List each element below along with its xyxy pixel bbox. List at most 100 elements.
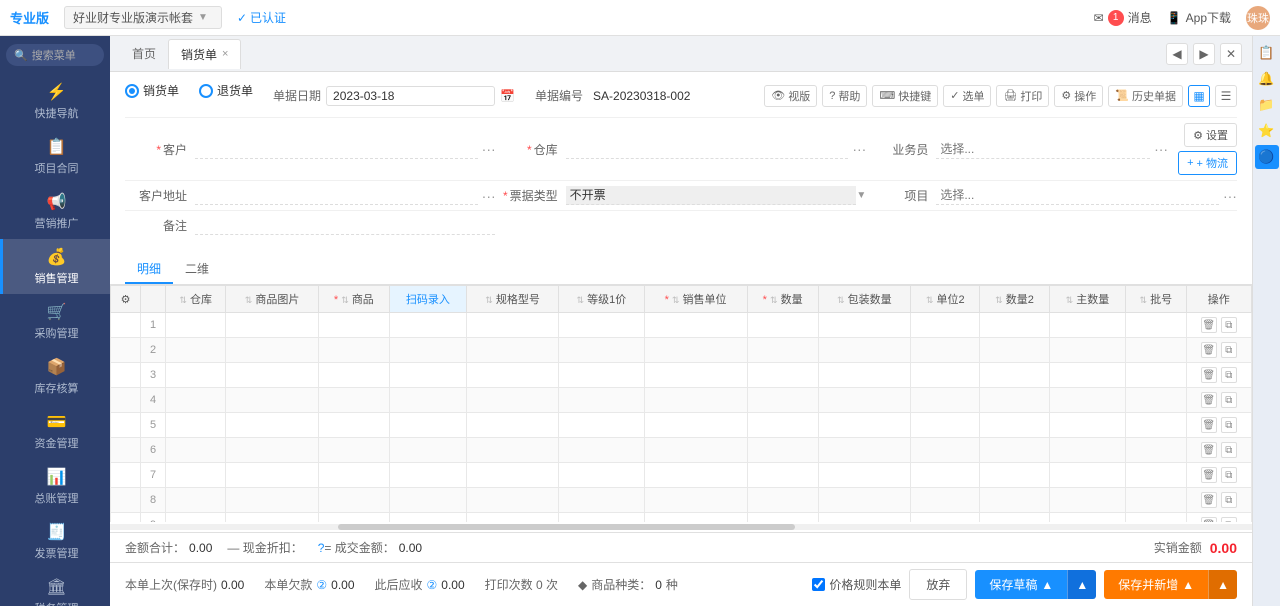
cell-spec-1[interactable] — [466, 313, 558, 338]
tab-detail[interactable]: 明细 — [125, 255, 173, 284]
cell-batch-3[interactable] — [1126, 363, 1186, 388]
cell-product-6[interactable] — [318, 438, 389, 463]
radio-sales-order[interactable]: 销货单 — [125, 82, 179, 99]
delete-row-icon-1[interactable]: 🗑 — [1201, 317, 1217, 333]
cell-grade-price-3[interactable] — [559, 363, 644, 388]
address-picker-btn[interactable]: ··· — [482, 188, 496, 204]
cell-unit2-1[interactable] — [911, 313, 980, 338]
col-quantity-header[interactable]: * ⇅ 数量 — [747, 286, 818, 313]
cell-qty2-1[interactable] — [980, 313, 1049, 338]
sidebar-item-project[interactable]: 📋 项目合同 — [0, 129, 110, 184]
copy-row-icon-7[interactable]: ⧉ — [1221, 467, 1237, 483]
salesperson-picker-btn[interactable]: ··· — [1154, 141, 1168, 157]
cell-spec-5[interactable] — [466, 413, 558, 438]
cell-actions-1[interactable]: 🗑 ⧉ — [1186, 313, 1251, 338]
customer-input[interactable] — [195, 140, 478, 159]
btn-print[interactable]: 🖨 打印 — [996, 85, 1049, 107]
cell-main-qty-9[interactable] — [1049, 513, 1125, 523]
sidebar-item-inventory[interactable]: 📦 库存核算 — [0, 349, 110, 404]
col-barcode-header[interactable]: 扫码录入 — [389, 286, 466, 313]
cell-batch-4[interactable] — [1126, 388, 1186, 413]
cell-product-7[interactable] — [318, 463, 389, 488]
cell-barcode-1[interactable] — [389, 313, 466, 338]
cell-barcode-5[interactable] — [389, 413, 466, 438]
table-row[interactable]: 6 🗑 ⧉ — [111, 438, 1252, 463]
cell-pack-qty-7[interactable] — [818, 463, 910, 488]
cell-barcode-2[interactable] — [389, 338, 466, 363]
cell-unit2-2[interactable] — [911, 338, 980, 363]
cell-grade-price-7[interactable] — [559, 463, 644, 488]
cell-quantity-1[interactable] — [747, 313, 818, 338]
rp-icon-2[interactable]: 🔔 — [1255, 67, 1279, 91]
view-toggle-1[interactable]: ▦ — [1188, 85, 1210, 107]
tab-close-button[interactable]: × — [222, 48, 228, 60]
cell-main-qty-8[interactable] — [1049, 488, 1125, 513]
cell-barcode-9[interactable] — [389, 513, 466, 523]
user-avatar[interactable]: 珠珠 — [1246, 6, 1270, 30]
cell-grade-price-9[interactable] — [559, 513, 644, 523]
sidebar-item-accounts[interactable]: 📊 总账管理 — [0, 459, 110, 514]
tab-sales-order[interactable]: 销货单 × — [168, 39, 241, 69]
cell-product-5[interactable] — [318, 413, 389, 438]
col-qty2-header[interactable]: ⇅ 数量2 — [980, 286, 1049, 313]
sidebar-item-purchase[interactable]: 🛒 采购管理 — [0, 294, 110, 349]
copy-row-icon-3[interactable]: ⧉ — [1221, 367, 1237, 383]
cell-product-3[interactable] — [318, 363, 389, 388]
cell-product-img-3[interactable] — [226, 363, 318, 388]
sidebar-item-quick-nav[interactable]: ⚡ 快捷导航 — [0, 74, 110, 129]
cell-actions-8[interactable]: 🗑 ⧉ — [1186, 488, 1251, 513]
warehouse-input[interactable]: 小宝仓库 — [566, 140, 849, 159]
btn-operations[interactable]: ⚙ 操作 — [1054, 85, 1103, 107]
cell-main-qty-5[interactable] — [1049, 413, 1125, 438]
cell-main-qty-1[interactable] — [1049, 313, 1125, 338]
cell-actions-4[interactable]: 🗑 ⧉ — [1186, 388, 1251, 413]
col-warehouse-header[interactable]: ⇅ 仓库 — [166, 286, 226, 313]
cell-product-1[interactable] — [318, 313, 389, 338]
cell-main-qty-4[interactable] — [1049, 388, 1125, 413]
rp-icon-4[interactable]: ⭐ — [1255, 119, 1279, 143]
btn-save-draft-arrow[interactable]: ▲ — [1067, 570, 1096, 599]
cell-unit2-5[interactable] — [911, 413, 980, 438]
price-policy-checkbox[interactable]: 价格规则本单 — [812, 576, 901, 593]
cell-warehouse-7[interactable] — [166, 463, 226, 488]
cell-qty2-7[interactable] — [980, 463, 1049, 488]
btn-setting[interactable]: ⚙ 设置 — [1184, 123, 1237, 147]
table-row[interactable]: 8 🗑 ⧉ — [111, 488, 1252, 513]
cell-spec-4[interactable] — [466, 388, 558, 413]
cell-spec-2[interactable] — [466, 338, 558, 363]
tab-2d[interactable]: 二维 — [173, 255, 221, 284]
col-spec-header[interactable]: ⇅ 规格型号 — [466, 286, 558, 313]
copy-row-icon-8[interactable]: ⧉ — [1221, 492, 1237, 508]
cell-unit2-6[interactable] — [911, 438, 980, 463]
cell-pack-qty-9[interactable] — [818, 513, 910, 523]
btn-add-logistics[interactable]: + + 物流 — [1178, 151, 1237, 175]
col-grade-price-header[interactable]: ⇅ 等级1价 — [559, 286, 644, 313]
cell-pack-qty-5[interactable] — [818, 413, 910, 438]
project-picker-btn[interactable]: ··· — [1223, 188, 1237, 204]
sidebar-item-invoice[interactable]: 🧾 发票管理 — [0, 514, 110, 569]
cell-warehouse-3[interactable] — [166, 363, 226, 388]
cell-actions-5[interactable]: 🗑 ⧉ — [1186, 413, 1251, 438]
delete-row-icon-9[interactable]: 🗑 — [1201, 517, 1217, 522]
scrollbar-thumb[interactable] — [338, 524, 795, 530]
btn-save-new[interactable]: 保存并新增 ▲ — [1104, 570, 1208, 599]
cell-qty2-2[interactable] — [980, 338, 1049, 363]
cell-actions-7[interactable]: 🗑 ⧉ — [1186, 463, 1251, 488]
copy-row-icon-6[interactable]: ⧉ — [1221, 442, 1237, 458]
receivable-help-icon[interactable]: ② — [427, 578, 438, 592]
cell-qty2-9[interactable] — [980, 513, 1049, 523]
cell-pack-qty-8[interactable] — [818, 488, 910, 513]
cell-batch-7[interactable] — [1126, 463, 1186, 488]
cell-sales-unit-7[interactable] — [644, 463, 747, 488]
salesperson-input[interactable] — [936, 140, 1150, 159]
btn-history[interactable]: 📜 历史单据 — [1108, 85, 1183, 107]
delete-row-icon-2[interactable]: 🗑 — [1201, 342, 1217, 358]
col-unit2-header[interactable]: ⇅ 单位2 — [911, 286, 980, 313]
cell-product-img-7[interactable] — [226, 463, 318, 488]
cell-product-8[interactable] — [318, 488, 389, 513]
delete-row-icon-8[interactable]: 🗑 — [1201, 492, 1217, 508]
cell-batch-8[interactable] — [1126, 488, 1186, 513]
project-input[interactable] — [936, 186, 1219, 205]
cell-quantity-8[interactable] — [747, 488, 818, 513]
cell-main-qty-3[interactable] — [1049, 363, 1125, 388]
